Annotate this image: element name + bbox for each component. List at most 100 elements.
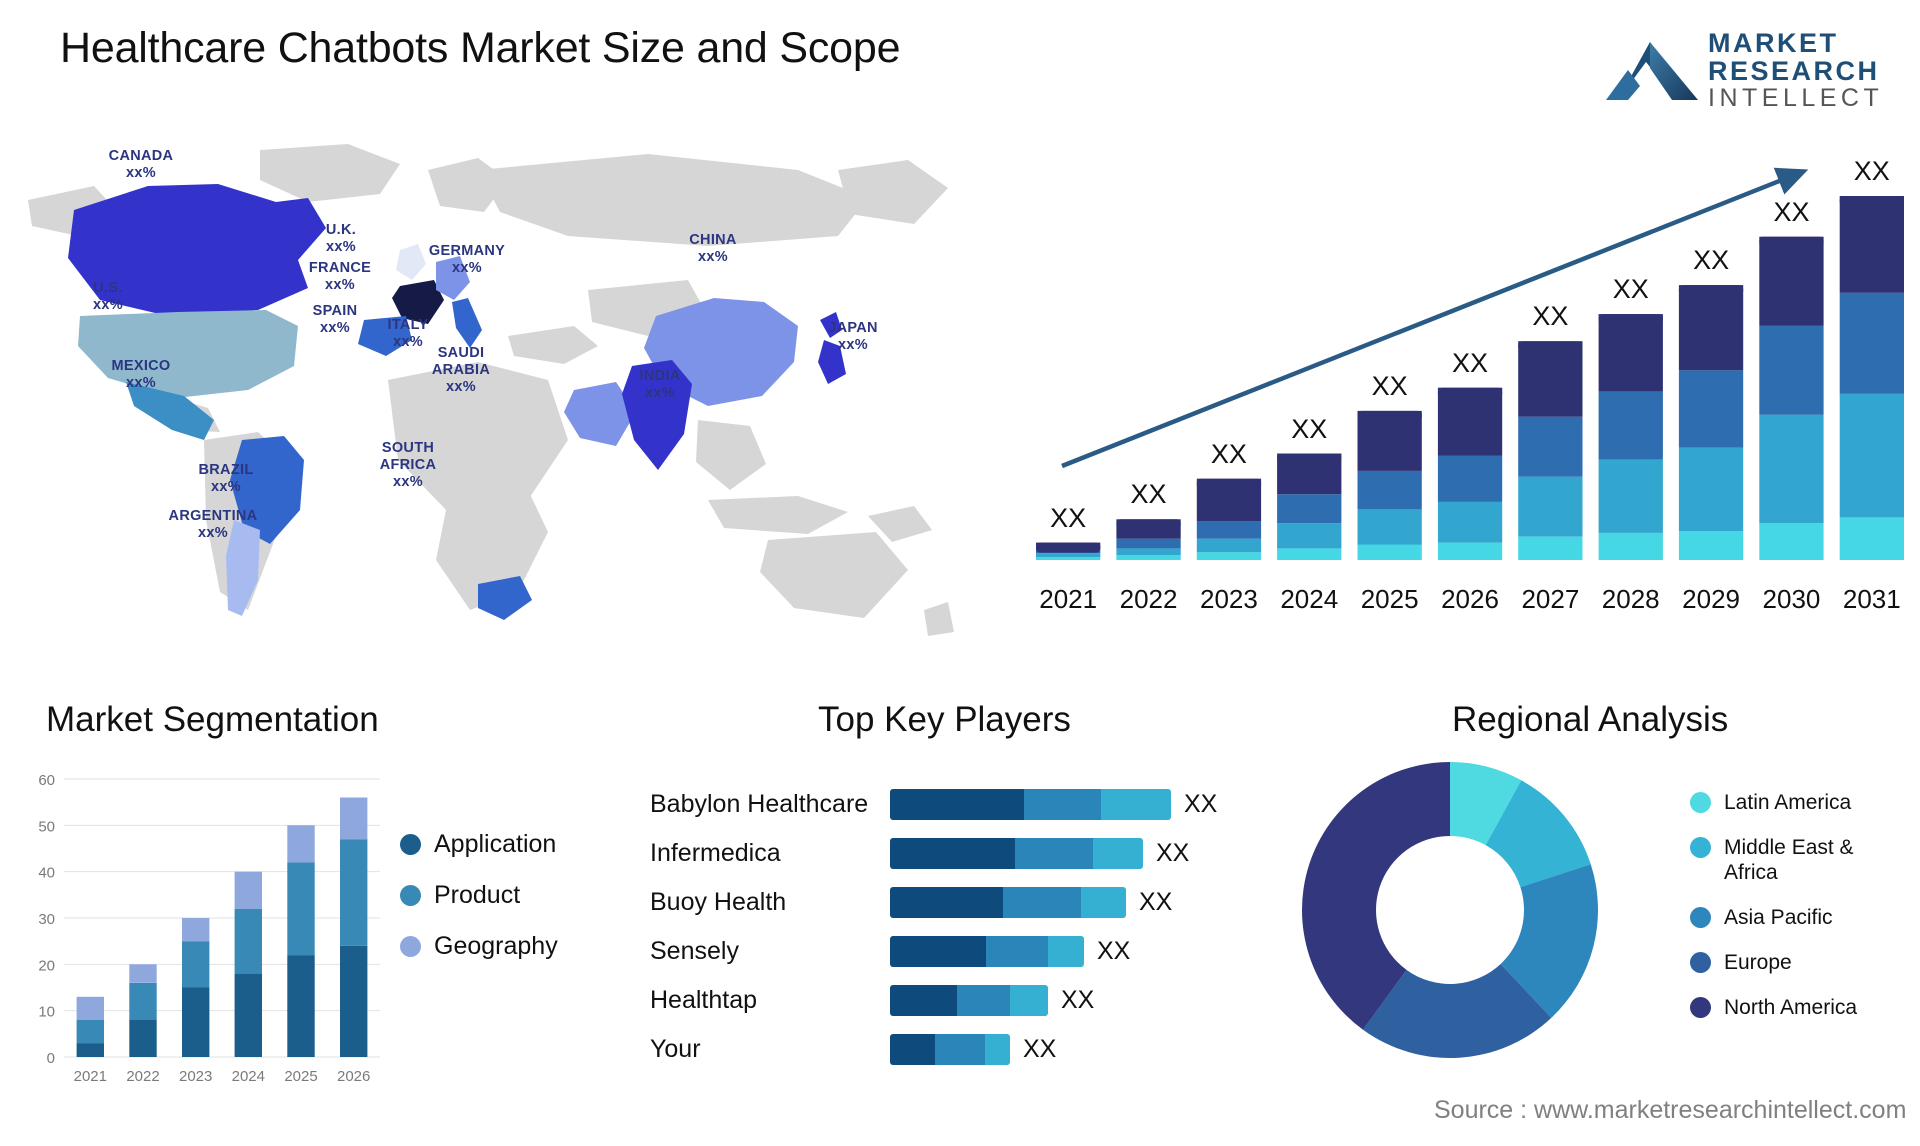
- player-value-label: XX: [1023, 1035, 1057, 1063]
- growth-value-label-2031: XX: [1853, 156, 1890, 186]
- map-label-us-value: xx%: [93, 297, 123, 313]
- map-label-japan-name: JAPAN: [828, 320, 878, 336]
- player-name-label: Healthtap: [650, 986, 758, 1014]
- segmentation-legend: Application Product Geography: [400, 830, 620, 983]
- segmentation-bar-2021-Geography: [76, 996, 104, 1020]
- growth-value-label-2023: XX: [1210, 438, 1247, 469]
- growth-bar-2029-segment-3: [1678, 370, 1744, 448]
- player-bar-segment-seg-b: [957, 985, 1010, 1016]
- regional-legend-dot-asia-pacific: [1690, 907, 1711, 928]
- growth-bar-2029-segment-1: [1678, 531, 1744, 560]
- growth-bar-2029-segment-4: [1678, 285, 1744, 371]
- map-label-us: U.S. xx%: [68, 280, 148, 314]
- map-label-germany: GERMANY xx%: [408, 243, 526, 277]
- growth-bar-cap-2022: [1116, 519, 1181, 530]
- segmentation-xtick-2023: 2023: [179, 1068, 212, 1085]
- map-label-china: CHINA xx%: [668, 232, 758, 266]
- growth-bar-2026-segment-2: [1437, 501, 1503, 543]
- map-label-japan: JAPAN xx%: [808, 320, 898, 354]
- map-label-mexico-value: xx%: [126, 375, 156, 391]
- player-stacked-bar: [890, 985, 1048, 1016]
- player-bar-segment-seg-b: [935, 1034, 985, 1065]
- growth-bar-2027-segment-2: [1518, 476, 1583, 537]
- map-label-uk-value: xx%: [326, 239, 356, 255]
- map-label-india: INDIA xx%: [620, 368, 700, 402]
- player-value-label: XX: [1061, 986, 1095, 1014]
- growth-bar-2025-segment-2: [1357, 509, 1422, 545]
- player-bar-segment-seg-c: [985, 1034, 1010, 1065]
- growth-bar-cap-2026: [1437, 387, 1503, 398]
- player-bar-segment-seg-b: [986, 936, 1048, 967]
- logo-svg: MARKET RESEARCH INTELLECT: [1606, 28, 1879, 112]
- player-name-label: Sensely: [650, 937, 739, 965]
- growth-bar-cap-2024: [1277, 453, 1342, 464]
- growth-bar-cap-2025: [1357, 410, 1422, 421]
- logo-mark-right: [1650, 42, 1698, 100]
- map-label-argentina-name: ARGENTINA: [168, 508, 258, 524]
- legend-label-application: Application: [434, 830, 557, 858]
- regional-legend-label: Middle East & Africa: [1724, 836, 1854, 884]
- growth-value-label-2027: XX: [1532, 301, 1569, 332]
- segmentation-xtick-2024: 2024: [232, 1068, 265, 1085]
- regional-legend-item: Europe: [1690, 950, 1920, 975]
- player-row: Healthtap XX: [640, 976, 1300, 1025]
- growth-value-label-2021: XX: [1050, 502, 1087, 533]
- infographic-page: Healthcare Chatbots Market Size and Scop…: [0, 0, 1920, 1146]
- segmentation-xtick-2026: 2026: [337, 1068, 370, 1085]
- growth-bar-2021-segment-1: [1036, 557, 1101, 560]
- player-row: Buoy Health XX: [640, 878, 1300, 927]
- segmentation-bar-2025-Geography: [287, 825, 315, 863]
- growth-year-label-2029: 2029: [1682, 584, 1740, 614]
- map-label-brazil-value: xx%: [211, 479, 241, 495]
- regional-legend-item: Asia Pacific: [1690, 905, 1920, 930]
- growth-bar-2022-segment-3: [1116, 538, 1181, 549]
- logo-text-market: MARKET: [1708, 28, 1839, 58]
- market-segmentation-title: Market Segmentation: [46, 700, 379, 739]
- growth-bar-2027-segment-4: [1518, 341, 1583, 417]
- map-label-china-value: xx%: [698, 249, 728, 265]
- growth-bar-2031-segment-1: [1839, 517, 1904, 560]
- growth-year-label-2028: 2028: [1601, 584, 1660, 614]
- growth-value-label-2030: XX: [1773, 196, 1810, 227]
- map-label-mexico: MEXICO xx%: [86, 358, 196, 392]
- top-key-players-chart: Babylon Healthcare XX Infermedica XX Buoy He…: [640, 780, 1300, 1110]
- growth-bar-2029-segment-2: [1678, 447, 1744, 531]
- segmentation-bar-2021-Product: [76, 1019, 104, 1044]
- map-label-spain: SPAIN xx%: [290, 303, 380, 337]
- growth-bar-2030-segment-2: [1759, 414, 1824, 524]
- map-label-canada-name: CANADA: [108, 148, 174, 164]
- segmentation-bar-2023-Application: [182, 987, 210, 1057]
- map-label-us-name: U.S.: [93, 280, 123, 296]
- regional-legend-dot-middle-east-africa: [1690, 837, 1711, 858]
- map-label-uk: U.K. xx%: [306, 222, 376, 256]
- regional-analysis-title: Regional Analysis: [1452, 700, 1729, 739]
- segmentation-bar-2024-Geography: [234, 871, 262, 909]
- map-label-saudi-arabia-value: xx%: [446, 379, 476, 395]
- growth-year-label-2025: 2025: [1360, 584, 1419, 614]
- growth-year-label-2023: 2023: [1199, 584, 1258, 614]
- legend-label-geography: Geography: [434, 932, 558, 960]
- growth-bar-2030-segment-4: [1759, 236, 1824, 326]
- regional-legend-label: Asia Pacific: [1724, 906, 1833, 929]
- legend-item-application: Application: [400, 830, 620, 859]
- player-name-label: Your: [650, 1035, 701, 1063]
- segmentation-bar-2026-Application: [340, 945, 368, 1057]
- map-label-south-africa-value: xx%: [393, 474, 423, 490]
- growth-bar-2027-segment-3: [1518, 416, 1583, 477]
- segmentation-bar-2024-Application: [234, 973, 262, 1057]
- player-bar-segment-seg-c: [1081, 887, 1126, 918]
- segmentation-bar-2026-Product: [340, 839, 368, 946]
- player-stacked-bar: [890, 1034, 1010, 1065]
- growth-value-label-2026: XX: [1451, 347, 1489, 378]
- growth-bar-2026-segment-3: [1437, 455, 1503, 502]
- segmentation-bar-2025-Application: [287, 955, 315, 1057]
- regional-legend-label: Europe: [1724, 951, 1792, 974]
- growth-bar-2025-segment-1: [1357, 544, 1422, 560]
- map-label-china-name: CHINA: [689, 232, 737, 248]
- growth-bar-cap-2030: [1759, 236, 1824, 247]
- growth-bar-2026-segment-1: [1437, 542, 1503, 560]
- player-bar-segment-seg-c: [1048, 936, 1084, 967]
- regional-legend-item: Latin America: [1690, 790, 1920, 815]
- player-stacked-bar: [890, 789, 1171, 820]
- segmentation-ytick-0: 0: [47, 1050, 55, 1067]
